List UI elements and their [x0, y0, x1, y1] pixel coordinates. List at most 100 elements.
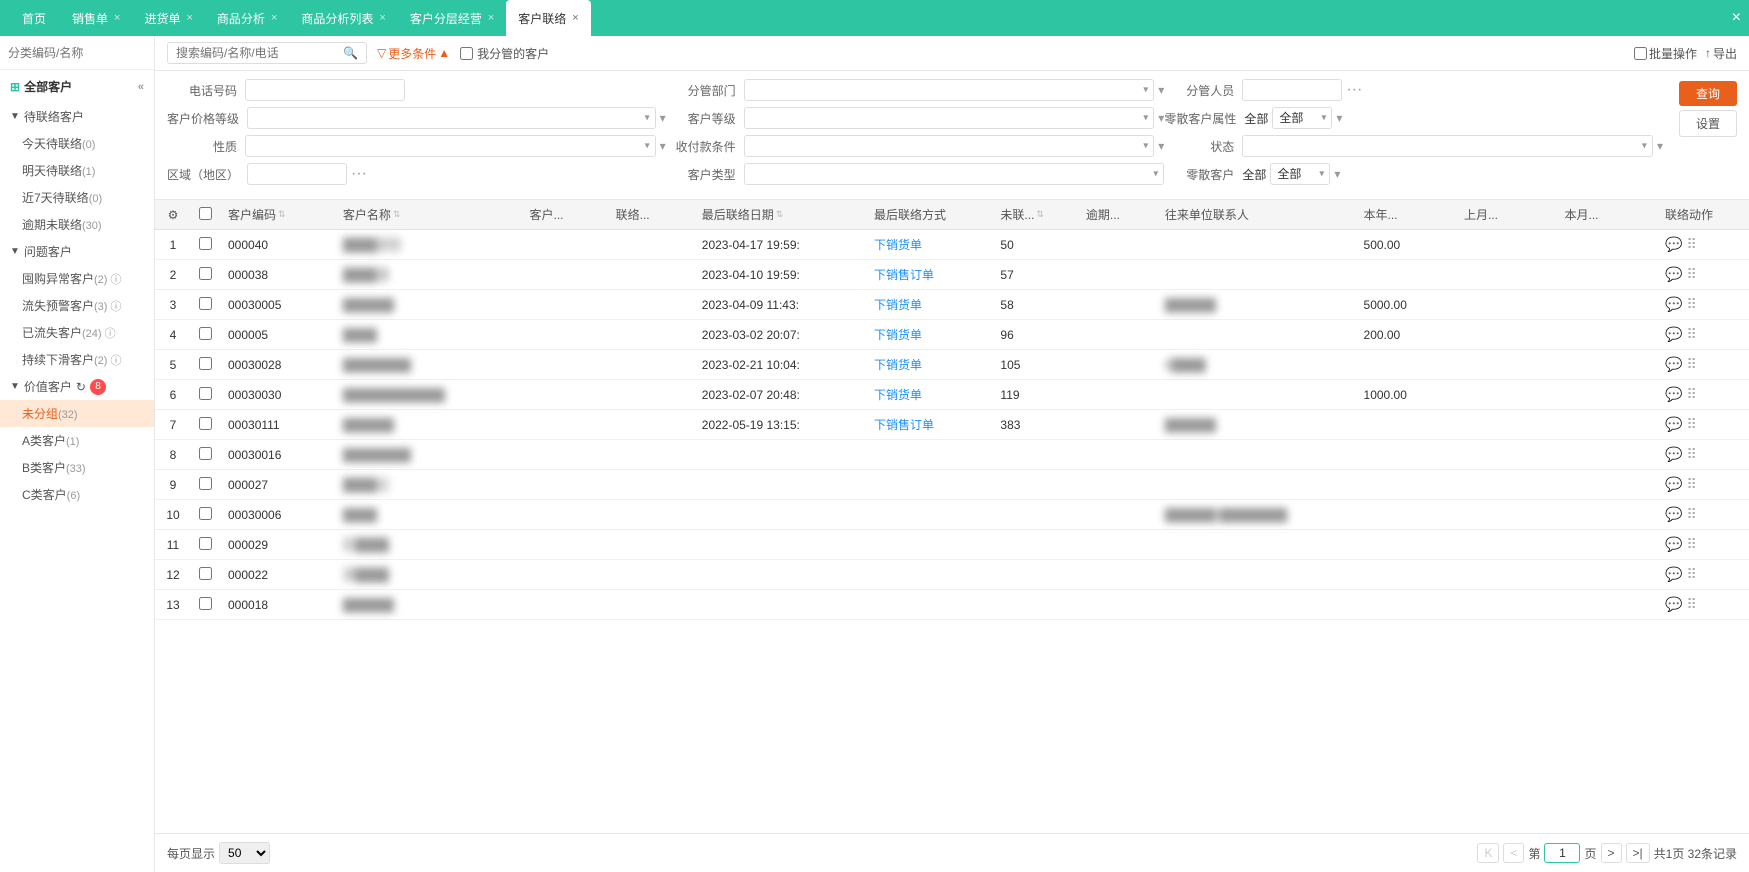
chat-icon[interactable]: 💬 [1665, 386, 1682, 403]
price-grade-select[interactable] [247, 107, 656, 129]
sidebar-group-problem[interactable]: ▼ 问题客户 [0, 238, 154, 265]
nav-tab-product-list[interactable]: 商品分析列表 × [289, 0, 397, 36]
sidebar-item-ungroup[interactable]: 未分组(32) [0, 400, 154, 427]
last-method-link[interactable]: 下销货单 [874, 388, 922, 402]
retail-customer-select[interactable]: 全部 [1270, 163, 1330, 185]
chat-icon[interactable]: 💬 [1665, 356, 1682, 373]
row-checkbox[interactable] [199, 267, 212, 280]
sort-icon[interactable]: ⇅ [393, 209, 401, 220]
chat-icon[interactable]: 💬 [1665, 566, 1682, 583]
sort-icon[interactable]: ⇅ [278, 209, 286, 220]
export-btn[interactable]: ↑ 导出 [1705, 45, 1737, 62]
last-method-link[interactable]: 下销货单 [874, 298, 922, 312]
nav-tab-purchase[interactable]: 进货单 × [132, 0, 204, 36]
sidebar-item-declining[interactable]: 持续下滑客户(2) ⓘ [0, 346, 154, 373]
sidebar-item-tomorrow[interactable]: 明天待联络(1) [0, 157, 154, 184]
more-icon[interactable]: ⠿ [1686, 506, 1696, 523]
close-icon[interactable]: × [572, 12, 578, 24]
close-icon[interactable]: × [114, 12, 120, 24]
chat-icon[interactable]: 💬 [1665, 296, 1682, 313]
row-checkbox[interactable] [199, 387, 212, 400]
sidebar-item-churn-risk[interactable]: 流失预警客户(3) ⓘ [0, 292, 154, 319]
more-icon[interactable]: ⠿ [1686, 266, 1696, 283]
sidebar-item-7days[interactable]: 近7天待联络(0) [0, 184, 154, 211]
select-all-checkbox[interactable] [199, 207, 212, 220]
sidebar-item-churned[interactable]: 已流失客户(24) ⓘ [0, 319, 154, 346]
row-checkbox[interactable] [199, 447, 212, 460]
nav-tab-customer-tier[interactable]: 客户分层经营 × [398, 0, 506, 36]
last-method-link[interactable]: 下销售订单 [874, 418, 934, 432]
close-icon[interactable]: × [488, 12, 494, 24]
sidebar-item-today[interactable]: 今天待联络(0) [0, 130, 154, 157]
chat-icon[interactable]: 💬 [1665, 506, 1682, 523]
more-icon[interactable]: ⠿ [1686, 326, 1696, 343]
row-checkbox[interactable] [199, 327, 212, 340]
payment-select[interactable] [744, 135, 1155, 157]
more-icon[interactable]: ⠿ [1686, 566, 1696, 583]
dept-select[interactable] [744, 79, 1155, 101]
person-dots-btn[interactable]: ··· [1342, 81, 1366, 99]
customer-grade-select[interactable] [744, 107, 1155, 129]
refresh-icon[interactable]: ↻ [76, 380, 86, 394]
chat-icon[interactable]: 💬 [1665, 416, 1682, 433]
sidebar-item-hoarding[interactable]: 囤购异常客户(2) ⓘ [0, 265, 154, 292]
th-check[interactable] [191, 200, 220, 230]
more-icon[interactable]: ⠿ [1686, 236, 1696, 253]
first-page-btn[interactable]: K [1477, 843, 1499, 863]
retail-attr-select[interactable]: 全部 [1272, 107, 1332, 129]
region-dots-btn[interactable]: ··· [347, 165, 371, 183]
chat-icon[interactable]: 💬 [1665, 236, 1682, 253]
nature-select[interactable] [245, 135, 656, 157]
more-icon[interactable]: ⠿ [1686, 386, 1696, 403]
sidebar-item-overdue[interactable]: 逾期未联络(30) [0, 211, 154, 238]
phone-input[interactable] [245, 79, 405, 101]
nav-tab-sales[interactable]: 销售单 × [60, 0, 132, 36]
row-checkbox[interactable] [199, 597, 212, 610]
sidebar-search-input[interactable] [8, 46, 155, 60]
row-checkbox[interactable] [199, 567, 212, 580]
prev-page-btn[interactable]: < [1503, 843, 1524, 863]
chat-icon[interactable]: 💬 [1665, 266, 1682, 283]
more-icon[interactable]: ⠿ [1686, 446, 1696, 463]
batch-op-checkbox[interactable] [1634, 47, 1647, 60]
more-icon[interactable]: ⠿ [1686, 536, 1696, 553]
sort-icon[interactable]: ⇅ [1036, 209, 1044, 220]
page-size-select[interactable]: 20 50 100 200 [219, 842, 270, 864]
my-customers-checkbox[interactable] [460, 47, 473, 60]
last-method-link[interactable]: 下销货单 [874, 328, 922, 342]
last-method-link[interactable]: 下销售订单 [874, 268, 934, 282]
batch-operation-btn[interactable]: 批量操作 [1634, 45, 1697, 62]
customer-type-select[interactable] [744, 163, 1165, 185]
chat-icon[interactable]: 💬 [1665, 596, 1682, 613]
current-page-input[interactable] [1544, 843, 1580, 863]
region-input[interactable] [247, 163, 347, 185]
row-checkbox[interactable] [199, 477, 212, 490]
nav-tab-customer-contact[interactable]: 客户联络 × [506, 0, 590, 36]
my-customers-checkbox-area[interactable]: 我分管的客户 [460, 45, 549, 62]
main-search-icon[interactable]: 🔍 [343, 46, 358, 60]
last-method-link[interactable]: 下销货单 [874, 358, 922, 372]
sidebar-item-c-class[interactable]: C类客户(6) [0, 481, 154, 508]
reset-button[interactable]: 设置 [1679, 110, 1737, 137]
row-checkbox[interactable] [199, 417, 212, 430]
row-checkbox[interactable] [199, 297, 212, 310]
chat-icon[interactable]: 💬 [1665, 326, 1682, 343]
status-select[interactable] [1242, 135, 1653, 157]
row-checkbox[interactable] [199, 357, 212, 370]
nav-home[interactable]: 首页 [8, 0, 60, 36]
close-icon[interactable]: × [271, 12, 277, 24]
more-icon[interactable]: ⠿ [1686, 416, 1696, 433]
row-checkbox[interactable] [199, 237, 212, 250]
more-icon[interactable]: ⠿ [1686, 356, 1696, 373]
close-icon[interactable]: × [379, 12, 385, 24]
person-input[interactable] [1242, 79, 1342, 101]
row-checkbox[interactable] [199, 537, 212, 550]
sidebar-item-b-class[interactable]: B类客户(33) [0, 454, 154, 481]
row-checkbox[interactable] [199, 507, 212, 520]
chat-icon[interactable]: 💬 [1665, 536, 1682, 553]
nav-tab-product-analysis[interactable]: 商品分析 × [205, 0, 289, 36]
main-search-input[interactable] [176, 46, 343, 60]
close-icon[interactable]: × [186, 12, 192, 24]
more-icon[interactable]: ⠿ [1686, 296, 1696, 313]
last-page-btn[interactable]: >| [1626, 843, 1650, 863]
